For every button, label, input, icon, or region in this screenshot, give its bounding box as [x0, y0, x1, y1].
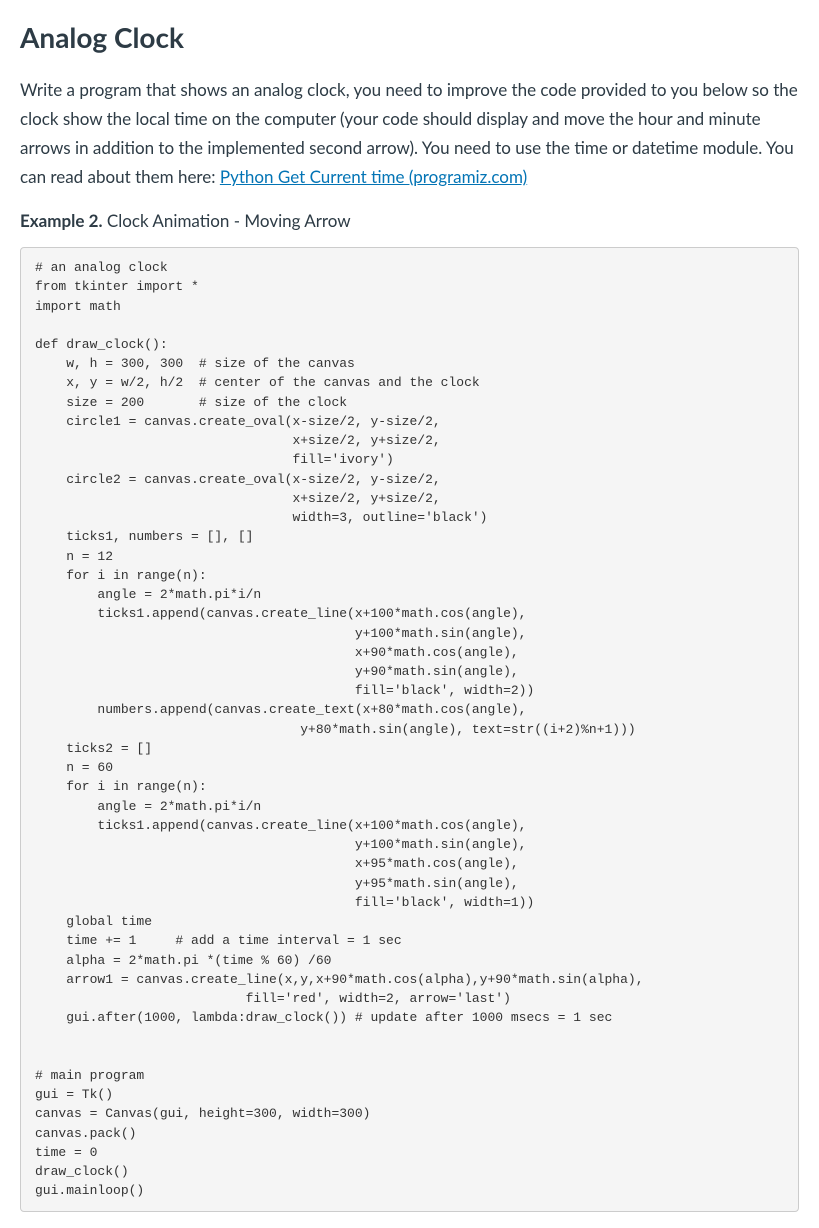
code-block: # an analog clock from tkinter import * … — [20, 247, 799, 1211]
intro-paragraph: Write a program that shows an analog clo… — [20, 76, 799, 192]
example-title: Clock Animation - Moving Arrow — [103, 210, 351, 231]
external-link-programiz[interactable]: Python Get Current time (programiz.com) — [220, 166, 527, 187]
page-title: Analog Clock — [20, 16, 799, 58]
example-label: Example 2. Clock Animation - Moving Arro… — [20, 208, 799, 234]
example-number: Example 2. — [20, 210, 103, 231]
